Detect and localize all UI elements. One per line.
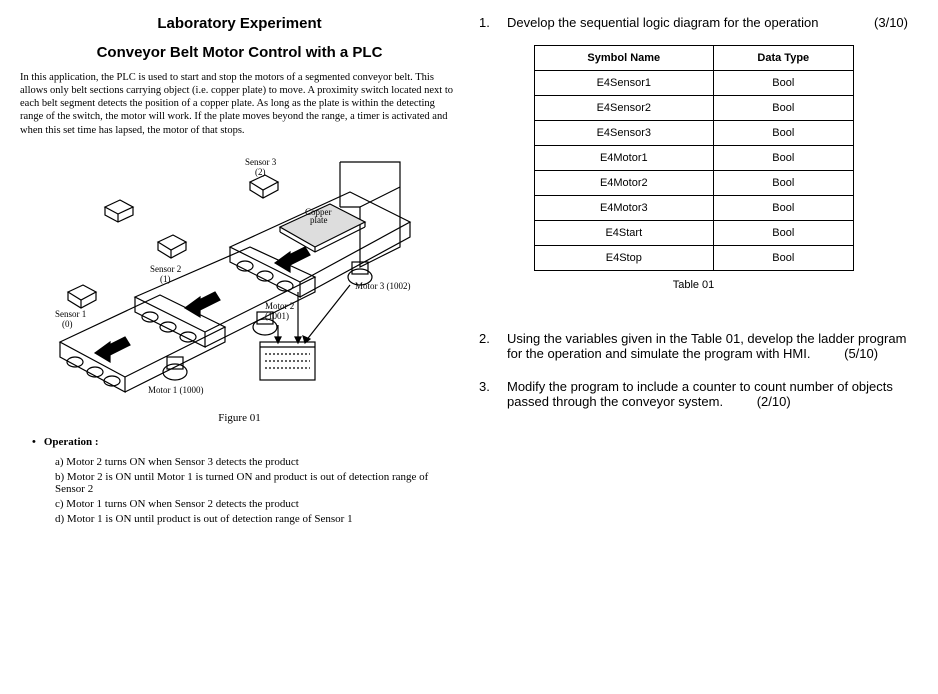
q1-marks: (3/10) [874, 15, 908, 30]
q3-number: 3. [479, 379, 497, 394]
conveyor-diagram-svg: Sensor 3 (2) Copper plate Sensor 2 (1) S… [50, 147, 430, 407]
operation-heading: Operation : [32, 436, 459, 448]
table-row: E4StopBool [534, 246, 853, 271]
operation-d: d) Motor 1 is ON until product is out of… [55, 513, 459, 525]
label-sensor3-id: (2) [255, 167, 266, 177]
label-sensor2-id: (1) [160, 274, 171, 284]
q1-text: Develop the sequential logic diagram for… [507, 15, 854, 30]
left-column: Laboratory Experiment Conveyor Belt Moto… [0, 0, 469, 694]
intro-paragraph: In this application, the PLC is used to … [20, 71, 459, 137]
label-motor2-top: Motor 2 [265, 301, 294, 311]
q1-number: 1. [479, 15, 497, 30]
variables-table: Symbol Name Data Type E4Sensor1Bool E4Se… [534, 45, 854, 271]
label-motor1: Motor 1 (1000) [148, 385, 204, 395]
table-header-datatype: Data Type [714, 46, 853, 71]
figure-01-diagram: Sensor 3 (2) Copper plate Sensor 2 (1) S… [50, 147, 430, 407]
label-sensor3: Sensor 3 [245, 157, 277, 167]
q3-text: Modify the program to include a counter … [507, 379, 908, 409]
figure-caption: Figure 01 [20, 412, 459, 424]
table-row: E4Sensor3Bool [534, 121, 853, 146]
question-3: 3. Modify the program to include a count… [479, 379, 908, 409]
q2-text: Using the variables given in the Table 0… [507, 331, 908, 361]
label-sensor1: Sensor 1 [55, 309, 86, 319]
table-caption: Table 01 [479, 279, 908, 291]
label-sensor1-id: (0) [62, 319, 73, 329]
label-sensor2: Sensor 2 [150, 264, 181, 274]
table-row: E4StartBool [534, 221, 853, 246]
table-row: E4Sensor2Bool [534, 96, 853, 121]
operation-c: c) Motor 1 turns ON when Sensor 2 detect… [55, 498, 459, 510]
question-1: 1. Develop the sequential logic diagram … [479, 15, 908, 30]
table-row: E4Sensor1Bool [534, 71, 853, 96]
label-motor2-id: (1001) [265, 311, 289, 321]
operation-b: b) Motor 2 is ON until Motor 1 is turned… [55, 471, 459, 495]
right-column: 1. Develop the sequential logic diagram … [469, 0, 938, 694]
table-header-symbol: Symbol Name [534, 46, 714, 71]
q3-marks: (2/10) [757, 394, 791, 409]
label-copper-bottom: plate [310, 215, 328, 225]
operation-a: a) Motor 2 turns ON when Sensor 3 detect… [55, 456, 459, 468]
title-sub: Conveyor Belt Motor Control with a PLC [20, 44, 459, 61]
q2-marks: (5/10) [844, 346, 878, 361]
label-motor3: Motor 3 (1002) [355, 281, 411, 291]
operation-list: a) Motor 2 turns ON when Sensor 3 detect… [20, 456, 459, 525]
table-row: E4Motor1Bool [534, 146, 853, 171]
question-2: 2. Using the variables given in the Tabl… [479, 331, 908, 361]
table-row: E4Motor3Bool [534, 196, 853, 221]
table-row: E4Motor2Bool [534, 171, 853, 196]
q2-number: 2. [479, 331, 497, 346]
title-main: Laboratory Experiment [20, 15, 459, 32]
